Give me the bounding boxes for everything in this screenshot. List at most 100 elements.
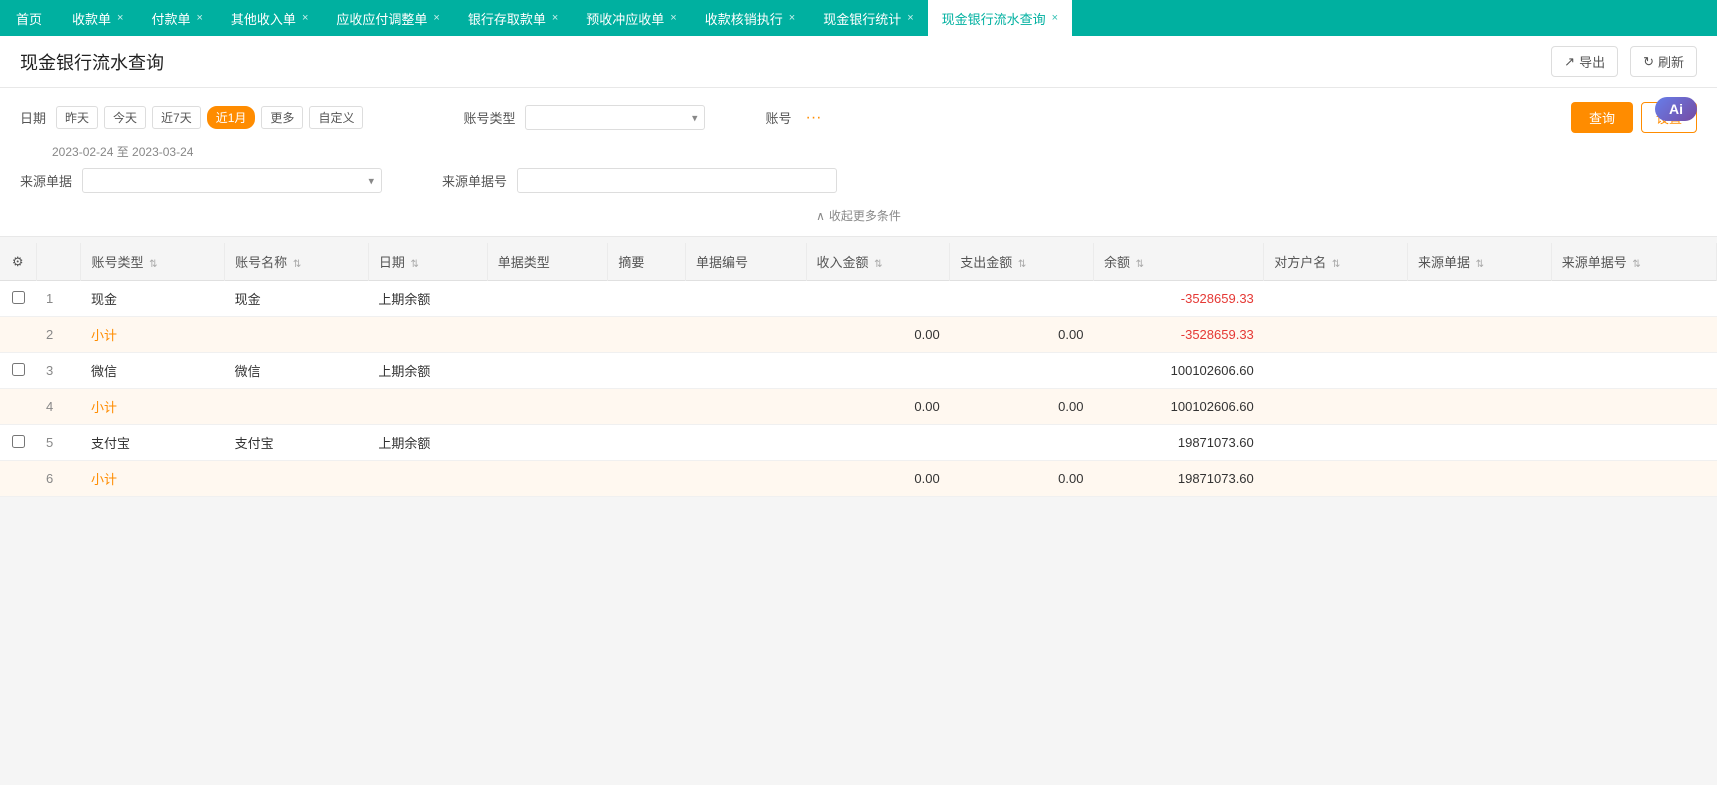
page-header: 现金银行流水查询 ↗ 导出 ↻ 刷新	[0, 36, 1717, 88]
td-summary	[608, 389, 686, 425]
td-doc-num	[685, 389, 806, 425]
th-source-doc[interactable]: 来源单据 ⇅	[1407, 243, 1551, 281]
td-income: 0.00	[806, 461, 950, 497]
account-filter: 账号 ···	[765, 108, 825, 127]
td-income	[806, 281, 950, 317]
close-icon[interactable]: ×	[302, 12, 308, 24]
th-account-type[interactable]: 账号类型 ⇅	[81, 243, 225, 281]
date-btn-1month[interactable]: 近1月	[207, 106, 256, 129]
query-button[interactable]: 查询	[1571, 102, 1633, 133]
date-btn-custom[interactable]: 自定义	[309, 106, 363, 129]
td-summary	[608, 317, 686, 353]
close-icon[interactable]: ×	[433, 12, 439, 24]
td-doc-num	[685, 281, 806, 317]
td-source-doc	[1407, 461, 1551, 497]
td-doc-type	[487, 389, 608, 425]
close-icon[interactable]: ×	[196, 12, 202, 24]
date-btn-today[interactable]: 今天	[104, 106, 146, 129]
source-doc-select[interactable]	[82, 168, 382, 193]
table-container: ⚙ 账号类型 ⇅ 账号名称 ⇅ 日期 ⇅ 单据类型 摘要	[0, 243, 1717, 497]
td-account-type: 小计	[81, 317, 225, 353]
nav-tab-other-income[interactable]: 其他收入单 ×	[217, 0, 322, 36]
td-account-name: 微信	[225, 353, 369, 389]
source-doc-num-label: 来源单据号	[442, 171, 507, 190]
td-date: 上期余额	[368, 281, 487, 317]
refresh-button[interactable]: ↻ 刷新	[1630, 46, 1697, 77]
td-expense: 0.00	[950, 389, 1094, 425]
td-expense: 0.00	[950, 317, 1094, 353]
collapse-icon: ∧	[816, 209, 825, 223]
account-dots-button[interactable]: ···	[801, 109, 825, 127]
td-account-name	[225, 389, 369, 425]
source-doc-label: 来源单据	[20, 171, 72, 190]
account-type-label: 账号类型	[463, 108, 515, 127]
td-doc-type	[487, 353, 608, 389]
td-idx: 3	[36, 353, 81, 389]
nav-tab-receipts[interactable]: 收款单 ×	[58, 0, 137, 36]
th-source-doc-num[interactable]: 来源单据号 ⇅	[1551, 243, 1716, 281]
td-doc-num	[685, 425, 806, 461]
td-source-doc	[1407, 389, 1551, 425]
source-doc-num-input[interactable]	[517, 168, 837, 193]
close-icon[interactable]: ×	[117, 12, 123, 24]
td-source-doc-num	[1551, 281, 1716, 317]
nav-tab-bank-deposit[interactable]: 银行存取款单 ×	[454, 0, 572, 36]
th-gear[interactable]: ⚙	[0, 243, 36, 281]
td-checkbox[interactable]	[0, 353, 36, 389]
th-income[interactable]: 收入金额 ⇅	[806, 243, 950, 281]
td-checkbox[interactable]	[0, 425, 36, 461]
td-checkbox[interactable]	[0, 389, 36, 425]
sort-icon: ⇅	[411, 259, 419, 270]
th-date[interactable]: 日期 ⇅	[368, 243, 487, 281]
th-expense[interactable]: 支出金额 ⇅	[950, 243, 1094, 281]
td-checkbox[interactable]	[0, 281, 36, 317]
th-counterparty[interactable]: 对方户名 ⇅	[1264, 243, 1408, 281]
nav-tab-ar-ap-adjust[interactable]: 应收应付调整单 ×	[322, 0, 453, 36]
th-balance[interactable]: 余额 ⇅	[1093, 243, 1263, 281]
date-btn-7days[interactable]: 近7天	[152, 106, 201, 129]
td-account-name	[225, 317, 369, 353]
table-row[interactable]: 3 微信 微信 上期余额 100102606.60	[0, 353, 1717, 389]
td-balance: 19871073.60	[1093, 425, 1263, 461]
table-row[interactable]: 1 现金 现金 上期余额 -3528659.33	[0, 281, 1717, 317]
td-counterparty	[1264, 461, 1408, 497]
date-btn-more[interactable]: 更多	[261, 106, 303, 129]
sort-icon: ⇅	[1332, 259, 1340, 270]
td-source-doc	[1407, 353, 1551, 389]
nav-tab-cash-bank-stats[interactable]: 现金银行统计 ×	[809, 0, 927, 36]
account-type-select[interactable]	[525, 105, 705, 130]
nav-home[interactable]: 首页	[0, 0, 58, 36]
sort-icon: ⇅	[874, 259, 882, 270]
td-doc-num	[685, 461, 806, 497]
td-checkbox[interactable]	[0, 317, 36, 353]
export-button[interactable]: ↗ 导出	[1551, 46, 1618, 77]
td-account-name: 现金	[225, 281, 369, 317]
close-icon[interactable]: ×	[670, 12, 676, 24]
td-doc-num	[685, 317, 806, 353]
page-title: 现金银行流水查询	[20, 49, 164, 75]
nav-tab-prepay-offset[interactable]: 预收冲应收单 ×	[572, 0, 690, 36]
nav-tab-receipt-verify[interactable]: 收款核销执行 ×	[691, 0, 809, 36]
close-icon[interactable]: ×	[552, 12, 558, 24]
nav-tab-payments[interactable]: 付款单 ×	[137, 0, 216, 36]
table-row[interactable]: 2 小计 0.00 0.00 -3528659.33	[0, 317, 1717, 353]
td-summary	[608, 461, 686, 497]
td-doc-type	[487, 461, 608, 497]
table-row[interactable]: 5 支付宝 支付宝 上期余额 19871073.60	[0, 425, 1717, 461]
nav-tab-cash-bank-flow[interactable]: 现金银行流水查询 ×	[928, 0, 1072, 36]
close-icon[interactable]: ×	[1052, 12, 1058, 24]
th-account-name[interactable]: 账号名称 ⇅	[225, 243, 369, 281]
td-checkbox[interactable]	[0, 461, 36, 497]
td-expense	[950, 281, 1094, 317]
collapse-bar[interactable]: ∧ 收起更多条件	[20, 203, 1697, 226]
sort-icon: ⇅	[1018, 259, 1026, 270]
table-row[interactable]: 4 小计 0.00 0.00 100102606.60	[0, 389, 1717, 425]
date-btn-yesterday[interactable]: 昨天	[56, 106, 98, 129]
table-row[interactable]: 6 小计 0.00 0.00 19871073.60	[0, 461, 1717, 497]
source-doc-select-wrapper	[82, 168, 382, 193]
close-icon[interactable]: ×	[907, 12, 913, 24]
close-icon[interactable]: ×	[789, 12, 795, 24]
sort-icon: ⇅	[293, 259, 301, 270]
ai-badge[interactable]: Ai	[1655, 97, 1697, 121]
td-income	[806, 425, 950, 461]
